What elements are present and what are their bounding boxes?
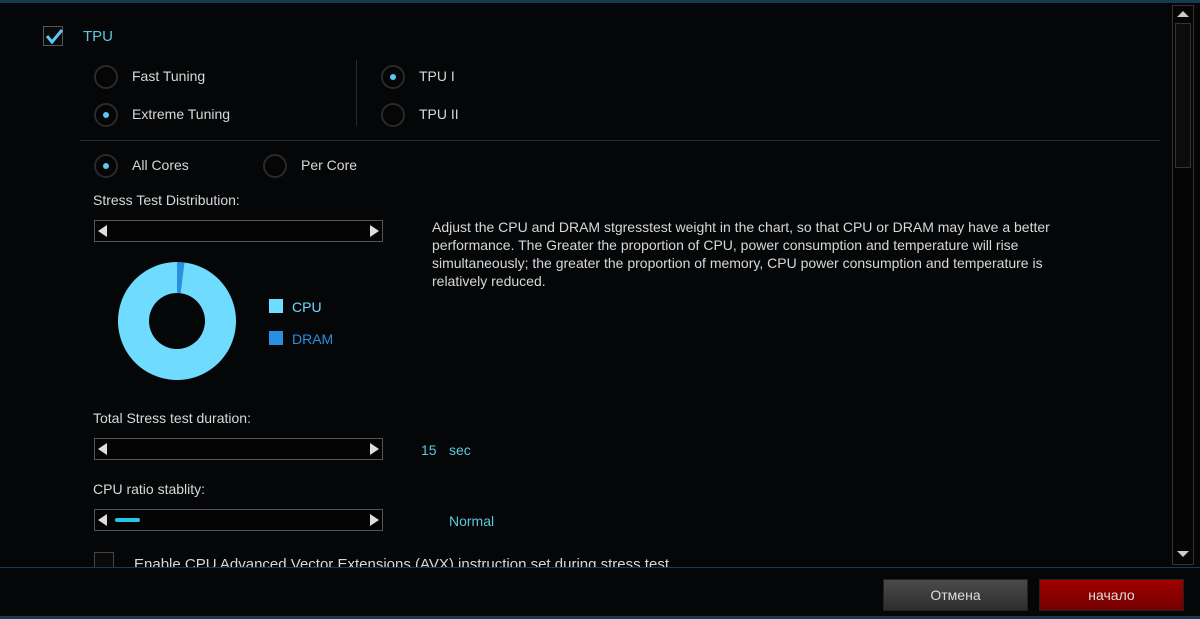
scrollbar-thumb[interactable] <box>1175 23 1191 168</box>
ratio-label: CPU ratio stablity: <box>93 481 206 497</box>
avx-checkbox[interactable] <box>94 552 114 567</box>
footer-divider <box>0 567 1200 568</box>
right-arrow-icon[interactable] <box>370 225 379 237</box>
per-core-radio[interactable] <box>263 154 287 178</box>
duration-slider[interactable] <box>94 438 383 460</box>
cancel-button[interactable]: Отмена <box>883 579 1028 611</box>
top-border <box>0 0 1200 3</box>
left-arrow-icon[interactable] <box>98 225 107 237</box>
distribution-description: Adjust the CPU and DRAM stgresstest weig… <box>432 219 1050 289</box>
legend-swatch-dram <box>269 331 283 345</box>
tpu-checkbox[interactable] <box>43 26 64 46</box>
ratio-slider[interactable] <box>94 509 383 531</box>
checkmark-icon <box>45 29 64 45</box>
avx-label: Enable CPU Advanced Vector Extensions (A… <box>134 556 669 567</box>
per-core-label: Per Core <box>301 157 358 173</box>
left-arrow-icon[interactable] <box>98 443 107 455</box>
all-cores-label: All Cores <box>132 157 189 173</box>
fast-tuning-radio[interactable] <box>94 65 118 89</box>
legend-label-dram: DRAM <box>292 331 334 347</box>
right-arrow-icon[interactable] <box>370 443 379 455</box>
donut-slice-cpu[interactable] <box>118 262 236 380</box>
scroll-down-icon[interactable] <box>1177 551 1189 557</box>
tpu1-label: TPU I <box>419 68 455 84</box>
tpu1-radio[interactable] <box>381 65 405 89</box>
left-arrow-icon[interactable] <box>98 514 107 526</box>
distribution-slider[interactable] <box>94 220 383 242</box>
all-cores-radio[interactable] <box>94 154 118 178</box>
legend-swatch-cpu <box>269 299 283 313</box>
section-divider <box>80 140 1160 141</box>
scroll-up-icon[interactable] <box>1177 11 1189 17</box>
start-button[interactable]: начало <box>1039 579 1184 611</box>
extreme-tuning-radio[interactable] <box>94 103 118 127</box>
right-arrow-icon[interactable] <box>370 514 379 526</box>
ratio-value: Normal <box>449 513 495 529</box>
legend-label-cpu: CPU <box>292 299 322 315</box>
tpu2-label: TPU II <box>419 106 459 122</box>
tpu2-radio[interactable] <box>381 103 405 127</box>
tpu-label: TPU <box>83 28 113 45</box>
distribution-donut-chart[interactable] <box>110 255 245 390</box>
scrollbar[interactable] <box>1172 5 1194 565</box>
vertical-divider <box>356 60 357 126</box>
duration-unit: sec <box>449 442 471 458</box>
slider-thumb[interactable] <box>115 518 140 522</box>
extreme-tuning-label: Extreme Tuning <box>132 106 231 122</box>
distribution-label: Stress Test Distribution: <box>93 192 240 208</box>
fast-tuning-label: Fast Tuning <box>132 68 206 84</box>
duration-label: Total Stress test duration: <box>93 410 251 426</box>
duration-value: 15 <box>421 442 437 458</box>
